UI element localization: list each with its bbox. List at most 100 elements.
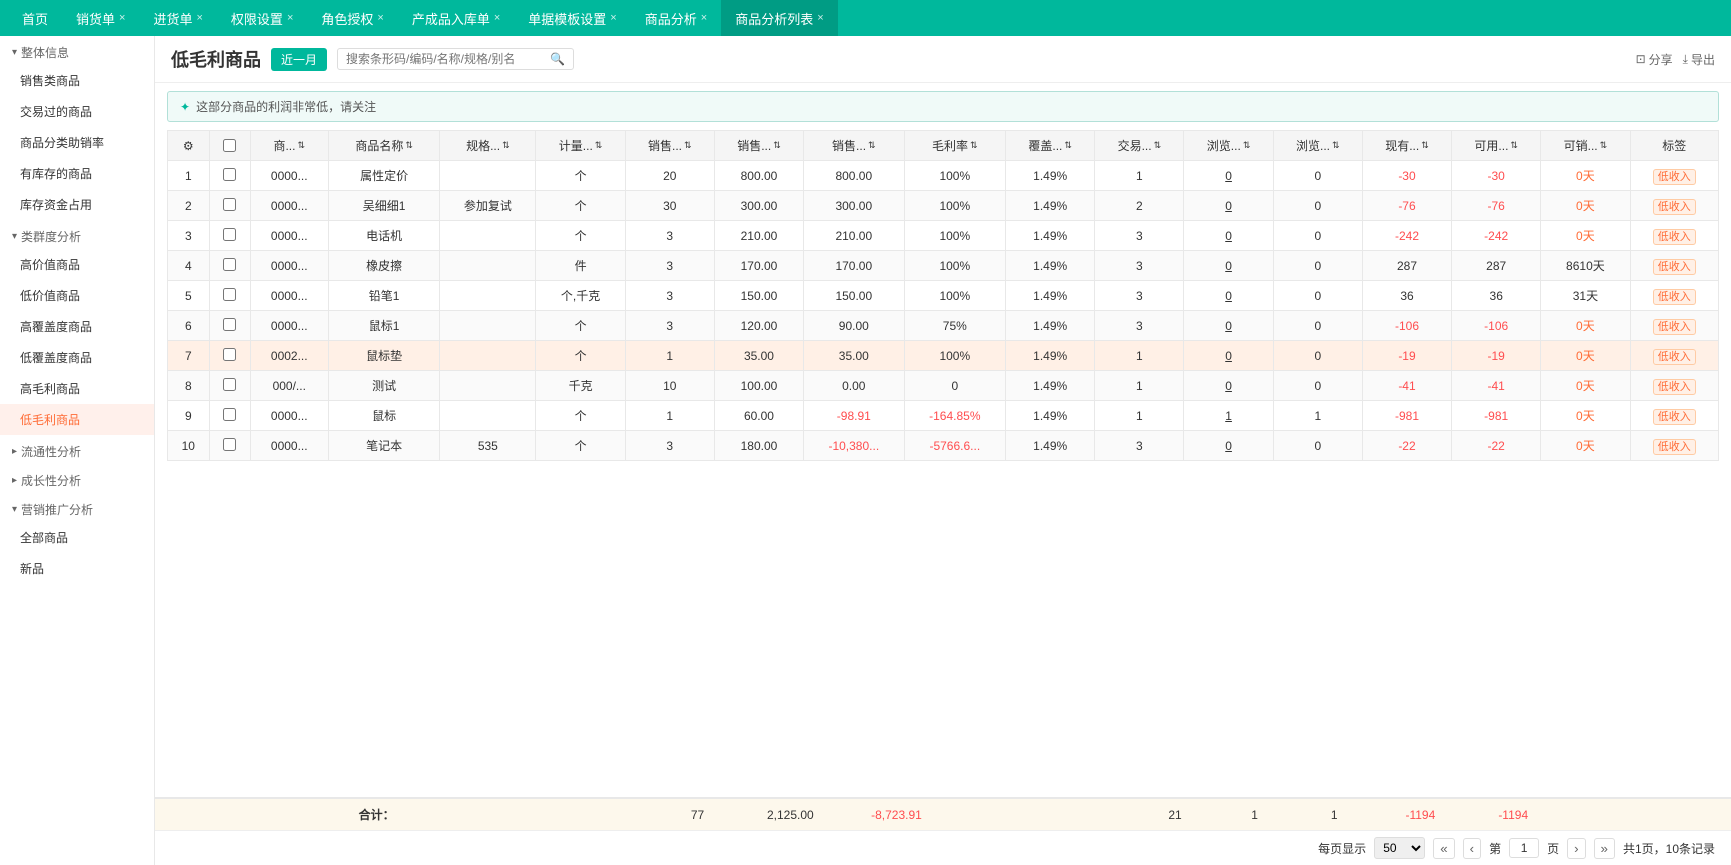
- row-checkbox[interactable]: [209, 431, 250, 461]
- col-tag[interactable]: 标签: [1630, 131, 1719, 161]
- close-icon[interactable]: ×: [196, 12, 202, 24]
- col-trade[interactable]: 交易...⇅: [1095, 131, 1184, 161]
- row-view1[interactable]: 0: [1184, 281, 1273, 311]
- sidebar-item-sales-goods[interactable]: 销售类商品: [0, 65, 154, 96]
- row-spec: [440, 401, 536, 431]
- sidebar-item-category-rate[interactable]: 商品分类助销率: [0, 127, 154, 158]
- col-sales-qty[interactable]: 销售...⇅: [625, 131, 714, 161]
- row-select-checkbox[interactable]: [223, 438, 236, 451]
- nav-permissions[interactable]: 权限设置 ×: [217, 0, 307, 36]
- row-view1[interactable]: 0: [1184, 221, 1273, 251]
- row-select-checkbox[interactable]: [223, 258, 236, 271]
- col-checkbox[interactable]: [209, 131, 250, 161]
- select-all-checkbox[interactable]: [223, 139, 236, 152]
- close-icon[interactable]: ×: [287, 12, 293, 24]
- next-page-button[interactable]: ›: [1567, 838, 1585, 859]
- sidebar-item-stock-goods[interactable]: 有库存的商品: [0, 158, 154, 189]
- nav-product-analysis[interactable]: 商品分析 ×: [631, 0, 721, 36]
- sidebar-item-low-margin[interactable]: 低毛利商品: [0, 404, 154, 435]
- prev-page-button[interactable]: ‹: [1463, 838, 1481, 859]
- first-page-button[interactable]: «: [1433, 838, 1454, 859]
- export-button[interactable]: ⤓ 导出: [1683, 51, 1715, 68]
- sidebar-group-cluster[interactable]: ▾ 类群度分析: [0, 220, 154, 249]
- col-sales-amount[interactable]: 销售...⇅: [714, 131, 803, 161]
- page-title: 低毛利商品: [171, 46, 261, 72]
- sidebar-item-high-value[interactable]: 高价值商品: [0, 249, 154, 280]
- col-current-stock[interactable]: 现有...⇅: [1362, 131, 1451, 161]
- sidebar-group-growth[interactable]: ▸ 成长性分析: [0, 464, 154, 493]
- row-view1[interactable]: 0: [1184, 431, 1273, 461]
- col-view1[interactable]: 浏览...⇅: [1184, 131, 1273, 161]
- sidebar-item-stock-funds[interactable]: 库存资金占用: [0, 189, 154, 220]
- close-icon[interactable]: ×: [610, 12, 616, 24]
- col-coverage[interactable]: 覆盖...⇅: [1006, 131, 1095, 161]
- close-icon[interactable]: ×: [494, 12, 500, 24]
- col-saleable[interactable]: 可销...⇅: [1541, 131, 1630, 161]
- row-select-checkbox[interactable]: [223, 348, 236, 361]
- row-checkbox[interactable]: [209, 311, 250, 341]
- filter-month-button[interactable]: 近一月: [271, 48, 327, 71]
- row-checkbox[interactable]: [209, 341, 250, 371]
- nav-template-settings[interactable]: 单据模板设置 ×: [514, 0, 630, 36]
- close-icon[interactable]: ×: [119, 12, 125, 24]
- row-no: 5: [168, 281, 210, 311]
- row-view1[interactable]: 0: [1184, 311, 1273, 341]
- row-view1[interactable]: 0: [1184, 341, 1273, 371]
- sidebar-item-high-margin[interactable]: 高毛利商品: [0, 373, 154, 404]
- sidebar-group-marketing[interactable]: ▾ 营销推广分析: [0, 493, 154, 522]
- row-view1[interactable]: 0: [1184, 251, 1273, 281]
- row-spec: 535: [440, 431, 536, 461]
- col-gross-margin[interactable]: 毛利率⇅: [904, 131, 1006, 161]
- sidebar-group-flow[interactable]: ▸ 流通性分析: [0, 435, 154, 464]
- row-select-checkbox[interactable]: [223, 288, 236, 301]
- row-select-checkbox[interactable]: [223, 198, 236, 211]
- sidebar-item-new-goods[interactable]: 新品: [0, 553, 154, 584]
- row-checkbox[interactable]: [209, 401, 250, 431]
- nav-home[interactable]: 首页: [8, 0, 62, 36]
- row-select-checkbox[interactable]: [223, 318, 236, 331]
- sidebar-item-low-value[interactable]: 低价值商品: [0, 280, 154, 311]
- search-icon[interactable]: 🔍: [550, 52, 565, 66]
- nav-sales-order[interactable]: 销货单 ×: [62, 0, 139, 36]
- sidebar-item-traded-goods[interactable]: 交易过的商品: [0, 96, 154, 127]
- col-available[interactable]: 可用...⇅: [1452, 131, 1541, 161]
- nav-role-auth[interactable]: 角色授权 ×: [307, 0, 397, 36]
- row-view1[interactable]: 0: [1184, 371, 1273, 401]
- search-input[interactable]: [346, 52, 546, 66]
- row-checkbox[interactable]: [209, 371, 250, 401]
- col-settings[interactable]: ⚙: [168, 131, 210, 161]
- nav-product-analysis-list[interactable]: 商品分析列表 ×: [721, 0, 837, 36]
- row-checkbox[interactable]: [209, 251, 250, 281]
- row-select-checkbox[interactable]: [223, 168, 236, 181]
- close-icon[interactable]: ×: [377, 12, 383, 24]
- row-checkbox[interactable]: [209, 221, 250, 251]
- row-checkbox[interactable]: [209, 281, 250, 311]
- row-no: 9: [168, 401, 210, 431]
- row-select-checkbox[interactable]: [223, 378, 236, 391]
- col-sales-profit[interactable]: 销售...⇅: [804, 131, 904, 161]
- col-code[interactable]: 商...⇅: [250, 131, 328, 161]
- nav-product-stock[interactable]: 产成品入库单 ×: [398, 0, 514, 36]
- sidebar-item-all-goods[interactable]: 全部商品: [0, 522, 154, 553]
- nav-purchase-order[interactable]: 进货单 ×: [139, 0, 216, 36]
- col-unit[interactable]: 计量...⇅: [536, 131, 625, 161]
- row-select-checkbox[interactable]: [223, 408, 236, 421]
- share-button[interactable]: ⊡ 分享: [1636, 51, 1673, 68]
- col-name[interactable]: 商品名称⇅: [328, 131, 439, 161]
- row-checkbox[interactable]: [209, 191, 250, 221]
- close-icon[interactable]: ×: [701, 12, 707, 24]
- row-view1[interactable]: 0: [1184, 191, 1273, 221]
- sidebar-group-overall[interactable]: ▾ 整体信息: [0, 36, 154, 65]
- sidebar-item-high-coverage[interactable]: 高覆盖度商品: [0, 311, 154, 342]
- row-view1[interactable]: 0: [1184, 161, 1273, 191]
- close-icon[interactable]: ×: [817, 12, 823, 24]
- col-view2[interactable]: 浏览...⇅: [1273, 131, 1362, 161]
- row-select-checkbox[interactable]: [223, 228, 236, 241]
- row-checkbox[interactable]: [209, 161, 250, 191]
- last-page-button[interactable]: »: [1594, 838, 1615, 859]
- col-spec[interactable]: 规格...⇅: [440, 131, 536, 161]
- per-page-select[interactable]: 50 100 200: [1374, 837, 1425, 859]
- sidebar-item-low-coverage[interactable]: 低覆盖度商品: [0, 342, 154, 373]
- row-gross-margin: -5766.6...: [904, 431, 1006, 461]
- row-view1[interactable]: 1: [1184, 401, 1273, 431]
